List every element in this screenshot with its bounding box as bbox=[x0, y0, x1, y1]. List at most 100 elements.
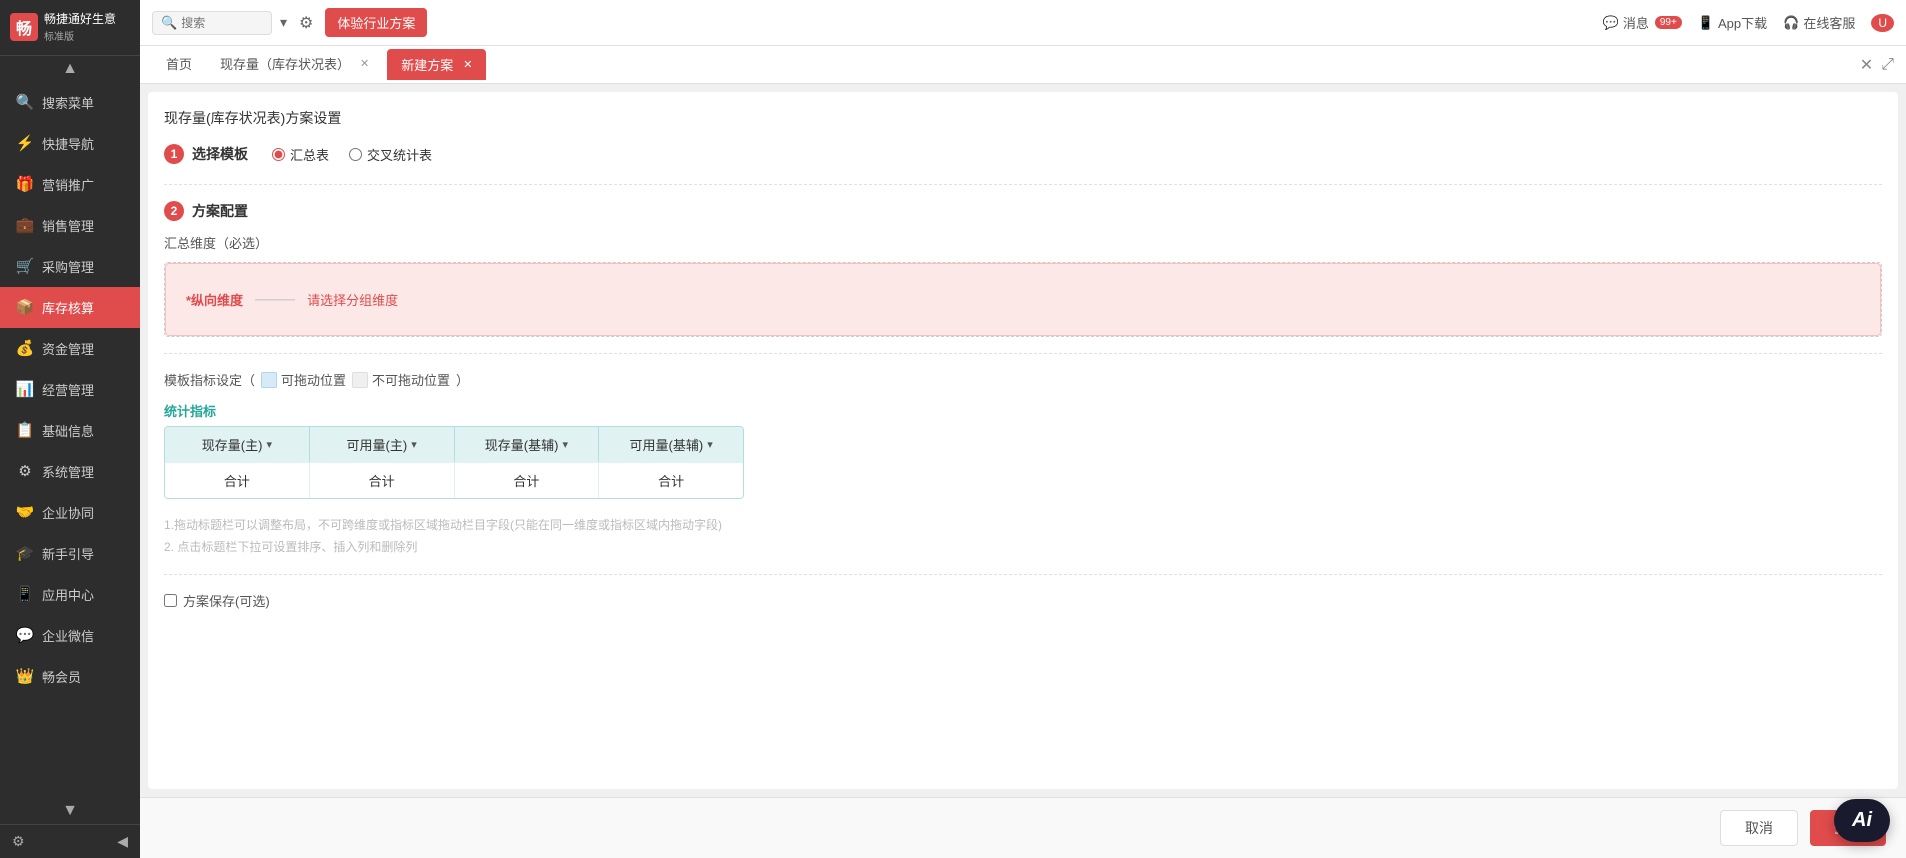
logo-icon: 畅 bbox=[10, 13, 38, 41]
app-download-btn[interactable]: 📱 App下载 bbox=[1698, 13, 1767, 32]
sidebar-item-label: 系统管理 bbox=[42, 462, 94, 481]
user-menu-btn[interactable]: U bbox=[1871, 15, 1894, 30]
topbar-right: 💬 消息 99+ 📱 App下载 🎧 在线客服 U bbox=[1603, 13, 1894, 32]
sidebar-item-label: 畅会员 bbox=[42, 667, 81, 686]
dimension-inner[interactable]: *纵向维度 —— 请选择分组维度 bbox=[165, 263, 1881, 336]
sidebar-item-app-center[interactable]: 📱 应用中心 bbox=[0, 574, 140, 615]
save-checkbox[interactable] bbox=[164, 594, 177, 607]
sidebar-item-purchase[interactable]: 🛒 采购管理 bbox=[0, 246, 140, 287]
tabbar: 首页 现存量（库存状况表） ✕ 新建方案 ✕ ✕ ⤢ bbox=[140, 46, 1906, 84]
service-btn[interactable]: 🎧 在线客服 bbox=[1783, 13, 1855, 32]
col-header-3: 可用量(基辅) ▾ bbox=[599, 427, 743, 462]
step1-badge: 1 bbox=[164, 144, 184, 164]
indicator-label-row: 模板指标设定（ 可拖动位置 不可拖动位置 ） bbox=[164, 370, 1882, 389]
sidebar-item-contract[interactable]: 🤝 企业协同 bbox=[0, 492, 140, 533]
cell-0: 合计 bbox=[165, 463, 310, 498]
stats-label: 统计指标 bbox=[164, 401, 1882, 420]
vertical-dimension-label: *纵向维度 bbox=[186, 290, 243, 309]
search-dropdown-btn[interactable]: ▾ bbox=[280, 14, 287, 31]
cell-2: 合计 bbox=[455, 463, 600, 498]
member-icon: 👑 bbox=[16, 667, 34, 685]
search-input[interactable] bbox=[181, 16, 261, 30]
settings-icon-btn[interactable]: ⚙ bbox=[12, 833, 25, 850]
sidebar-item-wechat[interactable]: 💬 企业微信 bbox=[0, 615, 140, 656]
tab-close-new-scheme[interactable]: ✕ bbox=[463, 58, 472, 71]
sales-icon: 💼 bbox=[16, 216, 34, 234]
nodrag-text: 不可拖动位置 bbox=[372, 370, 450, 389]
logo-text: 畅捷通好生意 标准版 bbox=[44, 12, 116, 43]
dash: —— bbox=[255, 288, 295, 311]
stats-table-row: 合计 合计 合计 合计 bbox=[165, 462, 743, 498]
tab-close-inventory[interactable]: ✕ bbox=[360, 57, 369, 70]
sidebar-nav: 🔍 搜索菜单 ⚡ 快捷导航 🎁 营销推广 💼 销售管理 🛒 采购管理 📦 库存核… bbox=[0, 82, 140, 798]
sidebar-item-marketing[interactable]: 🎁 营销推广 bbox=[0, 164, 140, 205]
trial-btn[interactable]: 体验行业方案 bbox=[325, 8, 427, 37]
newbie-icon: 🎓 bbox=[16, 544, 34, 562]
col-dropdown-1[interactable]: ▾ bbox=[411, 438, 417, 451]
sidebar-item-sales[interactable]: 💼 销售管理 bbox=[0, 205, 140, 246]
tab-label: 首页 bbox=[166, 54, 192, 73]
user-avatar: U bbox=[1871, 14, 1894, 32]
sidebar-item-quick-nav[interactable]: ⚡ 快捷导航 bbox=[0, 123, 140, 164]
radio-summary[interactable]: 汇总表 bbox=[272, 145, 329, 164]
sidebar-item-newbie[interactable]: 🎓 新手引导 bbox=[0, 533, 140, 574]
sidebar-item-label: 经营管理 bbox=[42, 380, 94, 399]
topbar-search-box[interactable]: 🔍 bbox=[152, 11, 272, 35]
settings-btn[interactable]: ⚙ bbox=[295, 9, 317, 37]
sidebar-item-system[interactable]: ⚙ 系统管理 bbox=[0, 451, 140, 492]
message-btn[interactable]: 💬 消息 99+ bbox=[1603, 13, 1682, 32]
cancel-button[interactable]: 取消 bbox=[1720, 810, 1798, 846]
col-dropdown-3[interactable]: ▾ bbox=[707, 438, 713, 451]
step2-badge: 2 bbox=[164, 201, 184, 221]
wechat-icon: 💬 bbox=[16, 626, 34, 644]
tab-close-all-btn[interactable]: ✕ bbox=[1860, 55, 1873, 75]
sidebar-item-finance[interactable]: 💰 资金管理 bbox=[0, 328, 140, 369]
save-option-label: 方案保存(可选) bbox=[183, 591, 270, 610]
step1-title: 选择模板 bbox=[192, 144, 248, 164]
sidebar-item-label: 资金管理 bbox=[42, 339, 94, 358]
tab-expand-btn[interactable]: ⤢ bbox=[1881, 55, 1894, 75]
divider2 bbox=[164, 353, 1882, 354]
tab-new-scheme[interactable]: 新建方案 ✕ bbox=[387, 49, 486, 80]
sidebar-item-management[interactable]: 📊 经营管理 bbox=[0, 369, 140, 410]
collapse-icon-btn[interactable]: ◀ bbox=[117, 833, 128, 850]
tips-section: 1.拖动标题栏可以调整布局，不可跨维度或指标区域拖动栏目字段(只能在同一维度或指… bbox=[164, 515, 1882, 558]
basic-info-icon: 📋 bbox=[16, 421, 34, 439]
sidebar-item-label: 营销推广 bbox=[42, 175, 94, 194]
col-dropdown-0[interactable]: ▾ bbox=[266, 438, 272, 451]
bottom-bar: 取消 查询 bbox=[140, 797, 1906, 858]
system-icon: ⚙ bbox=[16, 462, 34, 480]
tip-1: 1.拖动标题栏可以调整布局，不可跨维度或指标区域拖动栏目字段(只能在同一维度或指… bbox=[164, 515, 1882, 537]
sidebar-item-label: 库存核算 bbox=[42, 298, 94, 317]
sidebar-scroll-up[interactable]: ▲ bbox=[0, 56, 140, 82]
tab-inventory[interactable]: 现存量（库存状况表） ✕ bbox=[206, 46, 383, 83]
sidebar-item-member[interactable]: 👑 畅会员 bbox=[0, 656, 140, 697]
sidebar-item-inventory[interactable]: 📦 库存核算 bbox=[0, 287, 140, 328]
radio-cross[interactable]: 交叉统计表 bbox=[349, 145, 432, 164]
message-icon: 💬 bbox=[1603, 15, 1619, 31]
sidebar-scroll-down[interactable]: ▼ bbox=[0, 798, 140, 824]
cell-1: 合计 bbox=[310, 463, 455, 498]
cell-3: 合计 bbox=[599, 463, 743, 498]
sidebar-item-basic-info[interactable]: 📋 基础信息 bbox=[0, 410, 140, 451]
template-radio-group: 汇总表 交叉统计表 bbox=[272, 145, 432, 164]
step1-header: 1 选择模板 汇总表 交叉统计表 bbox=[164, 144, 1882, 164]
col-dropdown-2[interactable]: ▾ bbox=[562, 438, 568, 451]
content-area: 现存量(库存状况表)方案设置 1 选择模板 汇总表 交叉统计表 bbox=[148, 92, 1898, 789]
sidebar-item-label: 企业协同 bbox=[42, 503, 94, 522]
sidebar-bottom: ⚙ ◀ bbox=[0, 824, 140, 858]
tab-home[interactable]: 首页 bbox=[152, 46, 206, 83]
sidebar-item-label: 基础信息 bbox=[42, 421, 94, 440]
sidebar-item-label: 企业微信 bbox=[42, 626, 94, 645]
divider3 bbox=[164, 574, 1882, 575]
save-option: 方案保存(可选) bbox=[164, 591, 1882, 610]
sidebar-item-search[interactable]: 🔍 搜索菜单 bbox=[0, 82, 140, 123]
dimension-placeholder: 请选择分组维度 bbox=[307, 290, 398, 309]
finance-icon: 💰 bbox=[16, 339, 34, 357]
tabbar-right: ✕ ⤢ bbox=[1860, 55, 1894, 75]
management-icon: 📊 bbox=[16, 380, 34, 398]
ai-bubble[interactable]: Ai bbox=[1834, 799, 1890, 842]
divider1 bbox=[164, 184, 1882, 185]
purchase-icon: 🛒 bbox=[16, 257, 34, 275]
topbar: 🔍 ▾ ⚙ 体验行业方案 💬 消息 99+ 📱 App下载 🎧 在线客服 U bbox=[140, 0, 1906, 46]
